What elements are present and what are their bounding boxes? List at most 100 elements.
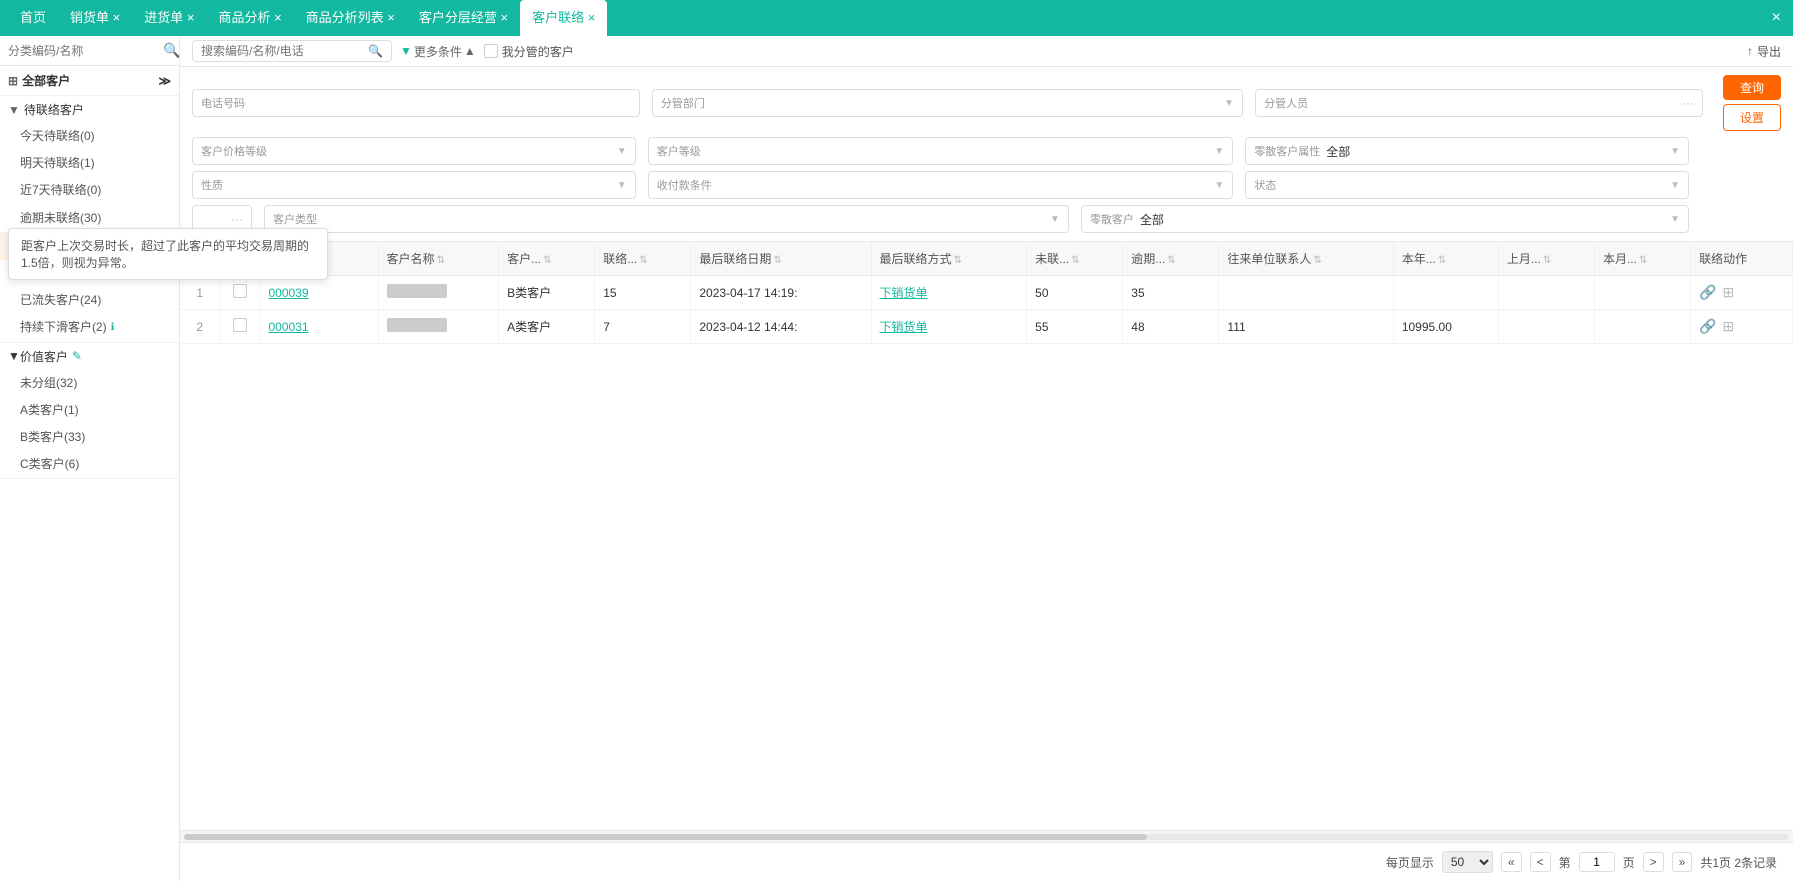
sidebar-item-declining[interactable]: 持续下滑客户(2) ℹ [0,314,179,341]
field-scatter-customer-value: 全部 [1140,211,1670,228]
sidebar-item-churned[interactable]: 已流失客户(24) [0,287,179,314]
prev-page-button[interactable]: < [1530,852,1551,872]
sidebar-item-ungroup[interactable]: 未分组(32) [0,370,179,397]
sort-curmonth-icon[interactable]: ⇅ [1639,255,1647,266]
sidebar-waiting-section: ▼ 待联络客户 今天待联络(0) 明天待联络(1) 近7天待联络(0) 逾期未联… [0,96,179,233]
row1-last-method[interactable]: 下销货单 [871,276,1027,310]
scrollbar-track[interactable] [184,834,1789,840]
nav-product-analysis[interactable]: 商品分析 × [206,0,293,36]
nav-customer-contact[interactable]: 客户联络 × [520,0,607,36]
sort-contact-icon[interactable]: ⇅ [639,255,647,266]
table-row: 1 000039 B类客户 15 2023-04-17 14:19: 下销货单 … [180,276,1793,310]
settings-button[interactable]: 设置 [1723,104,1781,131]
sort-type-icon[interactable]: ⇅ [543,255,551,266]
row2-checkbox[interactable] [220,310,260,344]
search-icon[interactable]: 🔍 [368,44,383,58]
nav-customer-tier[interactable]: 客户分层经营 × [407,0,520,36]
sort-date-icon[interactable]: ⇅ [773,255,781,266]
row2-name [378,310,499,344]
export-icon: ↑ [1747,44,1753,58]
col-no-contact: 未联...⇅ [1027,242,1123,276]
page-size-select[interactable]: 50 100 200 [1442,851,1493,873]
field-dept[interactable]: 分管部门 ▼ [652,89,1243,117]
row1-checkbox[interactable] [220,276,260,310]
export-label: 导出 [1757,43,1781,60]
sidebar-item-tomorrow[interactable]: 明天待联络(1) [0,150,179,177]
field-status[interactable]: 状态 ▼ [1245,171,1689,199]
sidebar-value-title[interactable]: ▼ 价值客户 ✎ [0,343,179,370]
table-header-row: ⚙ 客户编码⇅ 客户名称⇅ 客户...⇅ 联络...⇅ 最后联络日期⇅ 最后联络… [180,242,1793,276]
field-price-level[interactable]: 客户价格等级 ▼ [192,137,636,165]
sidebar-item-class-c[interactable]: C类客户(6) [0,451,179,478]
field-scatter-customer[interactable]: 零散客户 全部 ▼ [1081,205,1689,233]
row1-select-checkbox[interactable] [233,284,247,298]
row2-last-method[interactable]: 下销货单 [871,310,1027,344]
field-price-level-label: 客户价格等级 [201,143,267,159]
page-label: 第 [1559,854,1571,871]
horizontal-scrollbar[interactable] [180,830,1793,842]
field-nature[interactable]: 性质 ▼ [192,171,636,199]
sort-lastmonth-icon[interactable]: ⇅ [1543,255,1551,266]
my-customers-toggle[interactable]: 我分管的客户 [484,43,574,60]
field-nature-label: 性质 [201,177,223,193]
row2-index: 2 [180,310,220,344]
row2-action-grid-icon[interactable]: ⊞ [1723,318,1735,335]
sidebar-search-input[interactable] [8,44,163,58]
nav-product-list[interactable]: 商品分析列表 × [294,0,407,36]
nav-purchase[interactable]: 进货单 × [132,0,206,36]
next-page-button[interactable]: > [1643,852,1664,872]
window-close-button[interactable]: × [1768,5,1785,31]
row2-actions: 🔗 ⊞ [1691,310,1793,344]
row1-action-link-icon[interactable]: 🔗 [1699,284,1716,301]
field-customer-level[interactable]: 客户等级 ▼ [648,137,1234,165]
sort-overdue-icon[interactable]: ⇅ [1167,255,1175,266]
search-input[interactable] [201,44,368,58]
nav-sales[interactable]: 销货单 × [58,0,132,36]
row1-code[interactable]: 000039 [260,276,378,310]
sort-no-contact-icon[interactable]: ⇅ [1071,255,1079,266]
query-button[interactable]: 查询 [1723,75,1781,100]
sidebar-item-class-b[interactable]: B类客户(33) [0,424,179,451]
field-scatter-attr[interactable]: 零散客户属性 全部 ▼ [1245,137,1689,165]
col-last-month: 上月...⇅ [1498,242,1594,276]
col-type: 客户...⇅ [499,242,595,276]
page-end-label: 页 [1623,854,1635,871]
last-page-button[interactable]: » [1672,852,1693,872]
sidebar-waiting-label: 待联络客户 [24,101,84,118]
sidebar-item-class-a[interactable]: A类客户(1) [0,397,179,424]
sort-year-icon[interactable]: ⇅ [1438,255,1446,266]
row2-select-checkbox[interactable] [233,318,247,332]
filter-row-2: 客户价格等级 ▼ 客户等级 ▼ 零散客户属性 全部 ▼ [192,137,1781,165]
export-button[interactable]: ↑ 导出 [1747,43,1781,60]
more-conditions-btn[interactable]: ▼ 更多条件 ▲ [400,43,476,60]
page-input[interactable] [1579,852,1615,872]
row2-action-link-icon[interactable]: 🔗 [1699,318,1716,335]
field-payment[interactable]: 收付款条件 ▼ [648,171,1234,199]
edit-icon[interactable]: ✎ [72,349,82,363]
filter-bar: 🔍 ▼ 更多条件 ▲ 我分管的客户 ↑ 导出 [180,36,1793,67]
nav-home[interactable]: 首页 [8,0,58,36]
sidebar-item-today[interactable]: 今天待联络(0) [0,123,179,150]
table-wrap: ⚙ 客户编码⇅ 客户名称⇅ 客户...⇅ 联络...⇅ 最后联络日期⇅ 最后联络… [180,242,1793,830]
sidebar-all-customers[interactable]: ⊞ 全部客户 ≫ [0,66,179,96]
field-manager[interactable]: 分管人员 ··· [1255,89,1703,117]
sort-method-icon[interactable]: ⇅ [954,255,962,266]
sort-name-icon[interactable]: ⇅ [437,255,445,266]
sidebar-search-icon[interactable]: 🔍 [163,42,180,59]
row2-code[interactable]: 000031 [260,310,378,344]
field-customer-type[interactable]: 客户类型 ▼ [264,205,1069,233]
payment-arrow-icon: ▼ [1214,180,1224,191]
sidebar-collapse-icon[interactable]: ≫ [158,74,171,88]
first-page-button[interactable]: « [1501,852,1522,872]
my-customers-checkbox[interactable] [484,44,498,58]
sidebar-waiting-title[interactable]: ▼ 待联络客户 [0,96,179,123]
content-area: 🔍 ▼ 更多条件 ▲ 我分管的客户 ↑ 导出 电话号码 [180,36,1793,881]
field-phone[interactable]: 电话号码 [192,89,640,117]
value-group-label: 价值客户 [20,348,68,365]
sort-person-icon[interactable]: ⇅ [1313,255,1321,266]
scrollbar-thumb[interactable] [184,834,1147,840]
tooltip-box: 距客户上次交易时长，超过了此客户的平均交易周期的1.5倍，则视为异常。 [8,228,328,280]
row1-action-grid-icon[interactable]: ⊞ [1723,284,1735,301]
customer-level-arrow-icon: ▼ [1214,146,1224,157]
sidebar-item-7days[interactable]: 近7天待联络(0) [0,177,179,204]
